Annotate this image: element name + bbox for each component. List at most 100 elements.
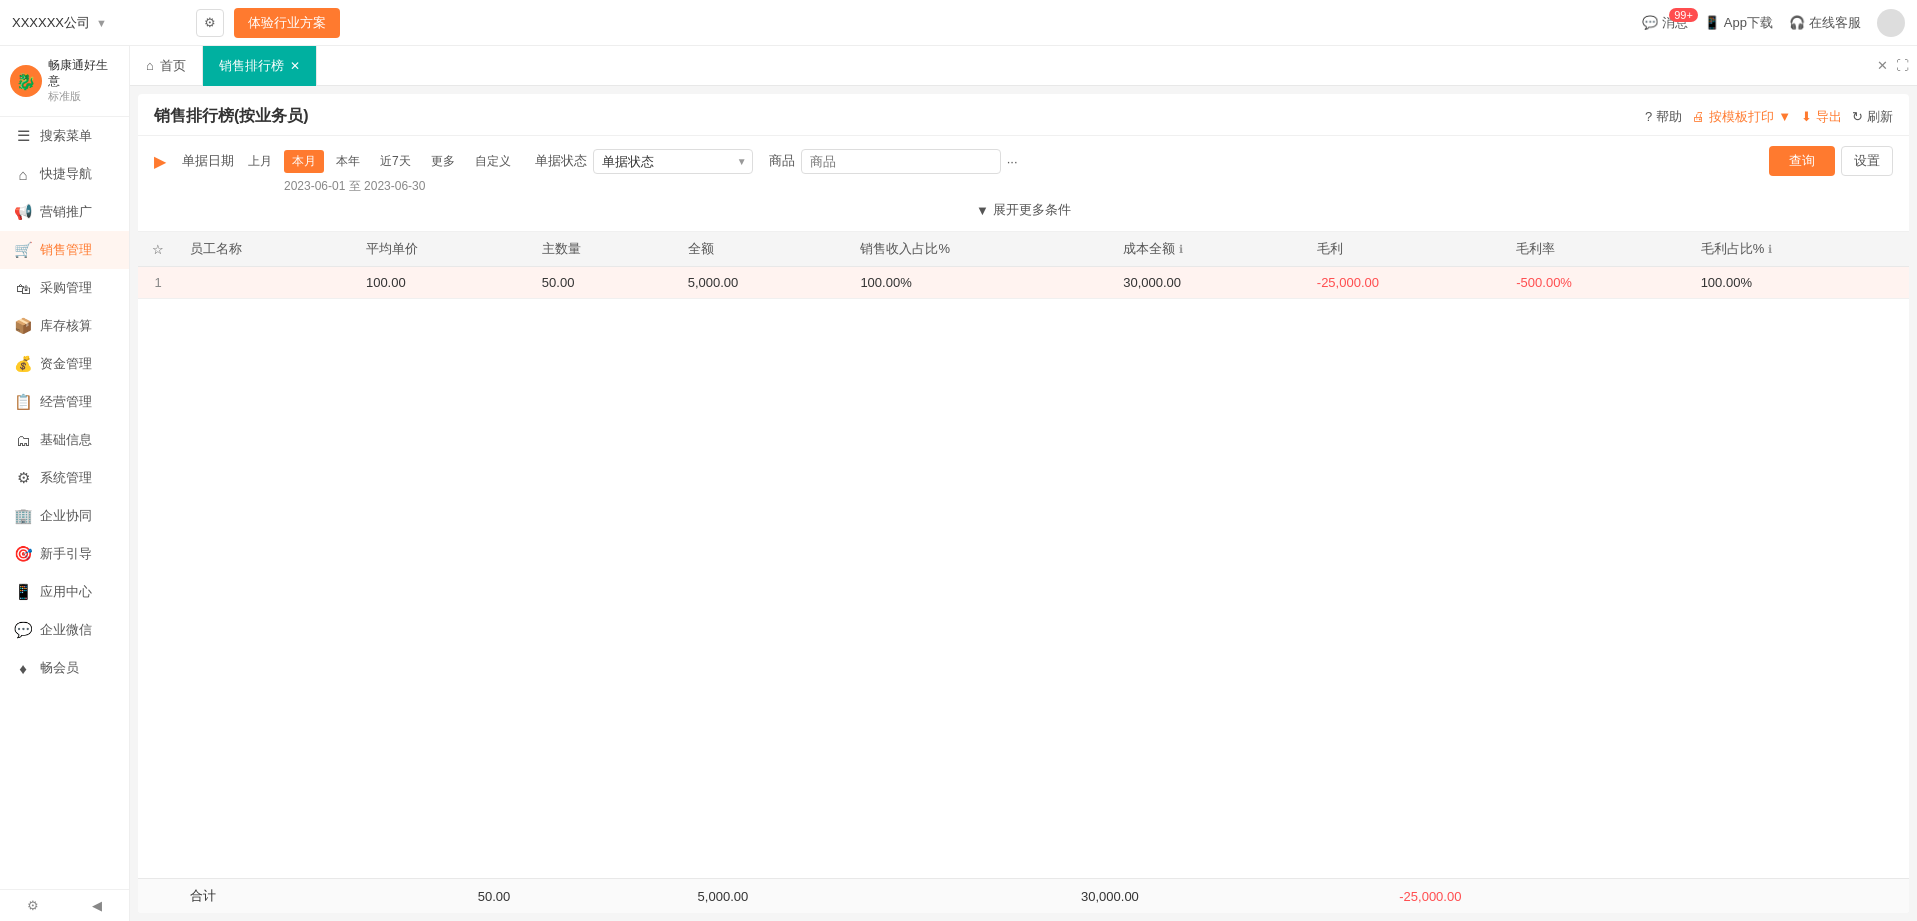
filter-goods: 商品 ··· — [769, 149, 1018, 174]
date-tab-more[interactable]: 更多 — [423, 150, 463, 173]
sidebar-item-quick-nav[interactable]: ⌂ 快捷导航 — [0, 155, 129, 193]
goods-filter-label: 商品 — [769, 152, 795, 170]
status-select[interactable]: 单据状态 — [593, 149, 753, 174]
filter-expand-icon[interactable]: ▶ — [154, 152, 166, 171]
sidebar-item-app-center[interactable]: 📱 应用中心 — [0, 573, 129, 611]
sidebar-item-guide[interactable]: 🎯 新手引导 — [0, 535, 129, 573]
col-gross: 毛利 — [1305, 232, 1504, 267]
expand-more-label: 展开更多条件 — [993, 201, 1071, 219]
date-tab-custom[interactable]: 自定义 — [467, 150, 519, 173]
query-button[interactable]: 查询 — [1769, 146, 1835, 176]
guide-icon: 🎯 — [14, 545, 32, 563]
table-body: 1 100.00 50.00 5,000.00 100.00% 30,000.0… — [138, 267, 1909, 299]
sales-icon: 🛒 — [14, 241, 32, 259]
sidebar-label-search-order: 搜索菜单 — [40, 127, 92, 145]
gross-pct-info-icon[interactable]: ℹ — [1768, 243, 1772, 255]
sidebar-collapse-icon[interactable]: ◀ — [92, 898, 102, 913]
enterprise-icon: 🏢 — [14, 507, 32, 525]
tab-expand-icon[interactable]: ⛶ — [1896, 58, 1909, 73]
tab-home[interactable]: ⌂ 首页 — [130, 46, 203, 86]
sidebar-label-basic-info: 基础信息 — [40, 431, 92, 449]
help-icon: ? — [1645, 109, 1652, 124]
search-order-icon: ☰ — [14, 127, 32, 145]
header-actions: ? 帮助 🖨 按模板打印 ▼ ⬇ 导出 ↻ 刷新 — [1645, 108, 1893, 126]
finance-icon: 💰 — [14, 355, 32, 373]
footer-gross-rate — [1722, 879, 1815, 913]
sidebar-settings-icon[interactable]: ⚙ — [27, 898, 39, 913]
tab-close-icon[interactable]: ✕ — [290, 59, 300, 73]
cell-sales-pct: 100.00% — [848, 267, 1111, 299]
refresh-button[interactable]: ↻ 刷新 — [1852, 108, 1893, 126]
basic-info-icon: 🗂 — [14, 432, 32, 449]
tab-sales-rank[interactable]: 销售排行榜 ✕ — [203, 46, 317, 86]
cost-info-icon[interactable]: ℹ — [1179, 243, 1183, 255]
user-avatar-area[interactable] — [1877, 9, 1905, 37]
sidebar-item-operations[interactable]: 📋 经营管理 — [0, 383, 129, 421]
cell-gross-pct: 100.00% — [1689, 267, 1909, 299]
export-button[interactable]: ⬇ 导出 — [1801, 108, 1842, 126]
sidebar-label-quick-nav: 快捷导航 — [40, 165, 92, 183]
top-header: XXXXXX公司 ▼ ⚙ 体验行业方案 💬 消息 99+ 📱 App下载 🎧 在… — [0, 0, 1917, 46]
help-button[interactable]: ? 帮助 — [1645, 108, 1682, 126]
app-label: App下载 — [1724, 14, 1773, 32]
print-button[interactable]: 🖨 按模板打印 ▼ — [1692, 108, 1791, 126]
home-icon: ⌂ — [146, 58, 154, 73]
settings-button[interactable]: 设置 — [1841, 146, 1893, 176]
trial-button[interactable]: 体验行业方案 — [234, 8, 340, 38]
filter-actions: 查询 设置 — [1769, 146, 1893, 176]
content-area: ⌂ 首页 销售排行榜 ✕ ✕ ⛶ 销售排行榜(按业务员) ? 帮助 — [130, 46, 1917, 921]
sidebar-item-member[interactable]: ♦ 畅会员 — [0, 649, 129, 687]
sidebar-item-finance[interactable]: 💰 资金管理 — [0, 345, 129, 383]
tab-close-window-icon[interactable]: ✕ — [1877, 58, 1888, 73]
goods-input[interactable] — [801, 149, 1001, 174]
page-title: 销售排行榜(按业务员) — [154, 106, 309, 127]
sidebar-item-system[interactable]: ⚙ 系统管理 — [0, 459, 129, 497]
goods-more-icon[interactable]: ··· — [1007, 154, 1018, 169]
date-tab-last-7[interactable]: 近7天 — [372, 150, 419, 173]
sidebar-label-purchase: 采购管理 — [40, 279, 92, 297]
avatar — [1877, 9, 1905, 37]
export-label: 导出 — [1816, 108, 1842, 126]
sidebar-label-wechat: 企业微信 — [40, 621, 92, 639]
logo-icon: 🐉 — [10, 65, 42, 97]
message-badge: 99+ — [1669, 8, 1698, 22]
cell-qty: 50.00 — [530, 267, 676, 299]
cell-rank: 1 — [138, 267, 178, 299]
col-sales-pct: 销售收入占比% — [848, 232, 1111, 267]
sidebar-item-basic-info[interactable]: 🗂 基础信息 — [0, 421, 129, 459]
expand-more-button[interactable]: ▼ 展开更多条件 — [976, 201, 1071, 219]
inventory-icon: 📦 — [14, 317, 32, 335]
sidebar-label-finance: 资金管理 — [40, 355, 92, 373]
help-label: 帮助 — [1656, 108, 1682, 126]
sidebar-item-search-order[interactable]: ☰ 搜索菜单 — [0, 117, 129, 155]
filter-date: 单据日期 上月 本月 本年 近7天 更多 自定义 — [182, 150, 519, 173]
app-download-button[interactable]: 📱 App下载 — [1704, 14, 1773, 32]
data-table: ☆ 员工名称 平均单价 主数量 全额 销售收入占比% 成本全额 ℹ 毛利 毛利率… — [138, 232, 1909, 299]
tab-bar: ⌂ 首页 销售排行榜 ✕ ✕ ⛶ — [130, 46, 1917, 86]
date-tab-prev-month[interactable]: 上月 — [240, 150, 280, 173]
date-tab-current-month[interactable]: 本月 — [284, 150, 324, 173]
company-selector[interactable]: XXXXXX公司 ▼ — [12, 14, 192, 32]
date-range-display: 2023-06-01 至 2023-06-30 — [154, 178, 1893, 195]
sidebar-item-wechat[interactable]: 💬 企业微信 — [0, 611, 129, 649]
message-button[interactable]: 💬 消息 99+ — [1642, 14, 1688, 32]
quick-nav-icon: ⌂ — [14, 166, 32, 183]
sidebar-item-sales[interactable]: 🛒 销售管理 — [0, 231, 129, 269]
footer-amount: 5,000.00 — [686, 879, 976, 913]
filter-area: ▶ 单据日期 上月 本月 本年 近7天 更多 自定义 — [138, 136, 1909, 232]
date-filter-label: 单据日期 — [182, 152, 234, 170]
date-tab-current-year[interactable]: 本年 — [328, 150, 368, 173]
service-label: 在线客服 — [1809, 14, 1861, 32]
logo-text: 畅康通好生意 — [48, 58, 119, 89]
sidebar-item-enterprise[interactable]: 🏢 企业协同 — [0, 497, 129, 535]
sidebar-item-inventory[interactable]: 📦 库存核算 — [0, 307, 129, 345]
settings-icon[interactable]: ⚙ — [196, 9, 224, 37]
online-service-button[interactable]: 🎧 在线客服 — [1789, 14, 1861, 32]
table-area: ☆ 员工名称 平均单价 主数量 全额 销售收入占比% 成本全额 ℹ 毛利 毛利率… — [138, 232, 1909, 878]
print-icon: 🖨 — [1692, 109, 1705, 124]
footer-avg-price — [372, 879, 465, 913]
sidebar-item-purchase[interactable]: 🛍 采购管理 — [0, 269, 129, 307]
main-layout: 🐉 畅康通好生意 标准版 ☰ 搜索菜单 ⌂ 快捷导航 📢 营销推广 🛒 销售管理… — [0, 46, 1917, 921]
sidebar-item-marketing[interactable]: 📢 营销推广 — [0, 193, 129, 231]
chevron-down-icon: ▼ — [96, 17, 107, 29]
